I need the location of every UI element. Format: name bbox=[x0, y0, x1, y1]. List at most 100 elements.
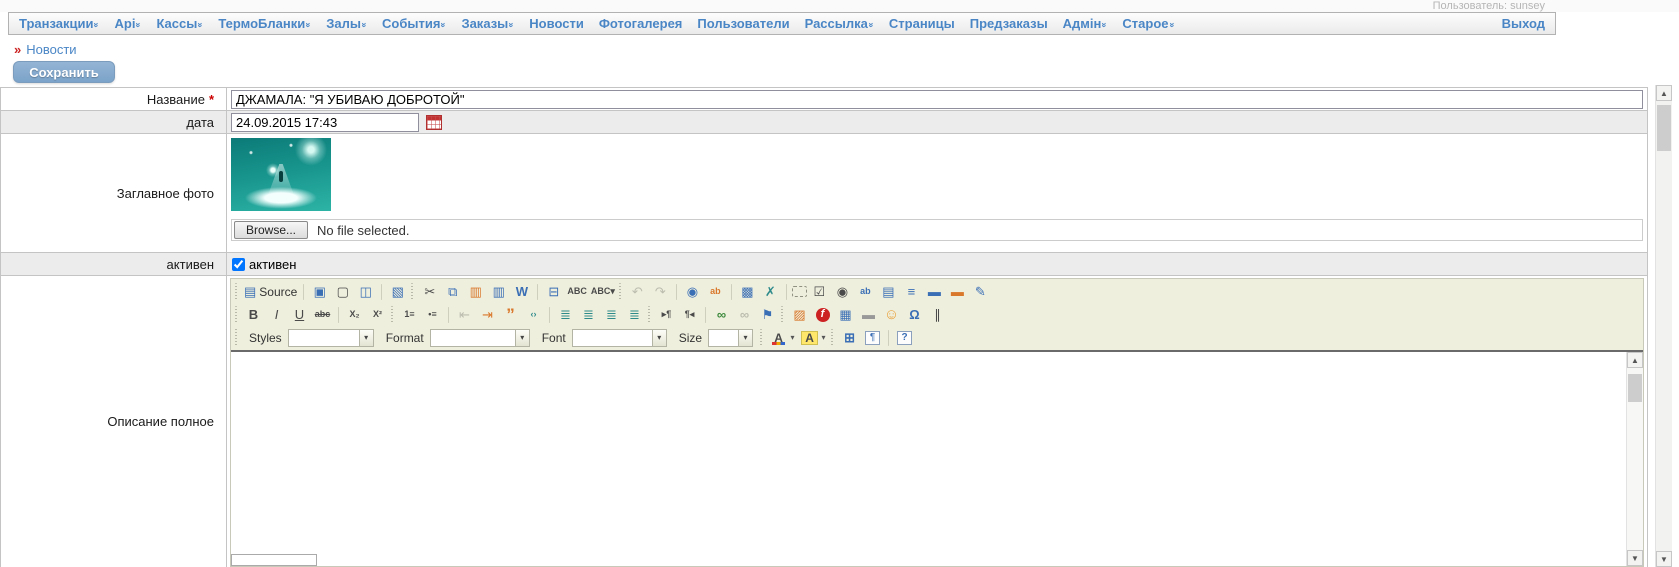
numbered-list-icon[interactable]: 1≡ bbox=[399, 305, 420, 324]
nav-item-novosti[interactable]: Новости bbox=[529, 16, 584, 31]
combo-select[interactable] bbox=[287, 328, 374, 347]
page-scroll-thumb[interactable] bbox=[1657, 105, 1671, 151]
link-icon[interactable]: ∞ bbox=[711, 305, 732, 324]
nav-item-stranitsy[interactable]: Страницы bbox=[889, 16, 955, 31]
horizontal-rule-icon[interactable]: ▬ bbox=[858, 305, 879, 324]
nav-item-kassy[interactable]: Кассы» bbox=[156, 16, 205, 31]
radio-field-icon[interactable]: ◉ bbox=[832, 282, 853, 301]
templates-icon[interactable]: ▧ bbox=[387, 282, 408, 301]
title-input[interactable] bbox=[231, 89, 1643, 109]
image-button-icon[interactable]: ▬ bbox=[947, 282, 968, 301]
flash-icon[interactable]: f bbox=[812, 305, 833, 324]
nav-item-sobytiya[interactable]: События» bbox=[382, 16, 449, 31]
select-all-icon[interactable]: ▩ bbox=[737, 282, 758, 301]
date-input[interactable] bbox=[231, 112, 419, 132]
copy-icon[interactable]: ⧉ bbox=[442, 282, 463, 301]
div-container-icon[interactable]: ‹› bbox=[523, 305, 544, 324]
button-field-icon[interactable]: ▬ bbox=[924, 282, 945, 301]
outdent-icon[interactable]: ⇤ bbox=[454, 305, 475, 324]
logout-link[interactable]: Выход bbox=[1502, 16, 1545, 31]
nav-item-admin[interactable]: Адмін» bbox=[1063, 16, 1110, 31]
hidden-field-icon[interactable]: ✎ bbox=[970, 282, 991, 301]
editor-scroll-down-icon[interactable] bbox=[1627, 550, 1643, 566]
remove-format-icon[interactable]: ✗ bbox=[760, 282, 781, 301]
save-button[interactable]: Сохранить bbox=[13, 61, 115, 83]
nav-item-transactions[interactable]: Транзакции» bbox=[19, 16, 102, 31]
editor-scroll-thumb[interactable] bbox=[1628, 374, 1642, 402]
editor-scrollbar[interactable] bbox=[1626, 352, 1643, 566]
align-justify-icon[interactable]: ≣ bbox=[624, 305, 645, 324]
superscript-icon[interactable]: X² bbox=[367, 305, 388, 324]
strike-icon[interactable]: abc bbox=[312, 305, 333, 324]
editor-scroll-up-icon[interactable] bbox=[1627, 352, 1643, 368]
page-break-icon[interactable]: ∥ bbox=[927, 305, 948, 324]
combo-arrow-icon[interactable] bbox=[514, 329, 529, 346]
special-char-icon[interactable]: Ω bbox=[904, 305, 925, 324]
nav-item-zakazy[interactable]: Заказы» bbox=[461, 16, 516, 31]
select-field-icon[interactable]: ≡ bbox=[901, 282, 922, 301]
active-checkbox[interactable] bbox=[232, 257, 245, 271]
italic-icon[interactable]: I bbox=[266, 305, 287, 324]
nav-item-rassylka[interactable]: Рассылка» bbox=[805, 16, 877, 31]
bold-icon[interactable]: B bbox=[243, 305, 264, 324]
maximize-icon[interactable]: ⊞ bbox=[839, 328, 860, 347]
table-icon[interactable]: ▦ bbox=[835, 305, 856, 324]
find-icon[interactable]: ◉ bbox=[682, 282, 703, 301]
combo-select[interactable] bbox=[571, 328, 667, 347]
cut-icon[interactable]: ✂ bbox=[419, 282, 440, 301]
bg-color-arrow-icon[interactable]: ▾ bbox=[819, 328, 828, 347]
text-field-icon[interactable]: ab bbox=[855, 282, 876, 301]
new-page-icon[interactable]: ▢ bbox=[332, 282, 353, 301]
align-right-icon[interactable]: ≣ bbox=[601, 305, 622, 324]
calendar-icon[interactable] bbox=[426, 114, 442, 130]
combo-select[interactable] bbox=[429, 328, 530, 347]
text-color-icon[interactable]: A bbox=[768, 328, 789, 347]
nav-item-termoblanki[interactable]: ТермоБланки» bbox=[218, 16, 313, 31]
textarea-field-icon[interactable]: ▤ bbox=[878, 282, 899, 301]
smiley-icon[interactable]: ☺ bbox=[881, 305, 902, 324]
bulleted-list-icon[interactable]: •≡ bbox=[422, 305, 443, 324]
breadcrumb-link-news[interactable]: Новости bbox=[26, 42, 76, 57]
scayt-icon[interactable]: ABC▾ bbox=[590, 282, 616, 301]
combo-arrow-icon[interactable] bbox=[738, 329, 753, 346]
nav-item-polzovateli[interactable]: Пользователи bbox=[697, 16, 789, 31]
save-icon[interactable]: ▣ bbox=[309, 282, 330, 301]
paste-text-icon[interactable]: ▥ bbox=[488, 282, 509, 301]
page-scroll-down-icon[interactable] bbox=[1656, 551, 1672, 567]
page-scroll-up-icon[interactable] bbox=[1656, 85, 1672, 101]
nav-item-staroe[interactable]: Старое» bbox=[1122, 16, 1177, 31]
page-scrollbar[interactable] bbox=[1655, 85, 1672, 567]
nav-item-predzakazy[interactable]: Предзаказы bbox=[970, 16, 1048, 31]
form-field-icon[interactable] bbox=[791, 286, 807, 297]
subscript-icon[interactable]: X₂ bbox=[344, 305, 365, 324]
bidi-ltr-icon[interactable]: ▸¶ bbox=[656, 305, 677, 324]
combo-arrow-icon[interactable] bbox=[651, 329, 666, 346]
combo-select[interactable] bbox=[708, 328, 754, 347]
nav-item-api[interactable]: Api» bbox=[115, 16, 144, 31]
align-center-icon[interactable]: ≣ bbox=[578, 305, 599, 324]
indent-icon[interactable]: ⇥ bbox=[477, 305, 498, 324]
about-icon[interactable]: ? bbox=[894, 328, 915, 347]
blockquote-icon[interactable]: ” bbox=[500, 305, 521, 324]
align-left-icon[interactable]: ≣ bbox=[555, 305, 576, 324]
paste-word-icon[interactable]: W bbox=[511, 282, 532, 301]
anchor-icon[interactable]: ⚑ bbox=[757, 305, 778, 324]
redo-icon[interactable]: ↷ bbox=[650, 282, 671, 301]
image-icon[interactable]: ▨ bbox=[789, 305, 810, 324]
editor-body[interactable] bbox=[231, 352, 1626, 566]
browse-button[interactable]: Browse... bbox=[234, 221, 309, 239]
checkbox-field-icon[interactable]: ☑ bbox=[809, 282, 830, 301]
paste-icon[interactable]: ▥ bbox=[465, 282, 486, 301]
underline-icon[interactable]: U bbox=[289, 305, 310, 324]
nav-item-fotogalereya[interactable]: Фотогалерея bbox=[599, 16, 683, 31]
replace-icon[interactable]: ab bbox=[705, 282, 726, 301]
nav-item-zaly[interactable]: Залы» bbox=[326, 16, 369, 31]
undo-icon[interactable]: ↶ bbox=[627, 282, 648, 301]
combo-arrow-icon[interactable] bbox=[358, 329, 373, 346]
text-color-arrow-icon[interactable]: ▾ bbox=[788, 328, 797, 347]
unlink-icon[interactable]: ∞ bbox=[734, 305, 755, 324]
bg-color-icon[interactable]: A bbox=[799, 328, 820, 347]
source-button[interactable]: ▤ Source bbox=[243, 282, 298, 301]
print-icon[interactable]: ⊟ bbox=[543, 282, 564, 301]
show-blocks-icon[interactable]: ¶ bbox=[862, 328, 883, 347]
